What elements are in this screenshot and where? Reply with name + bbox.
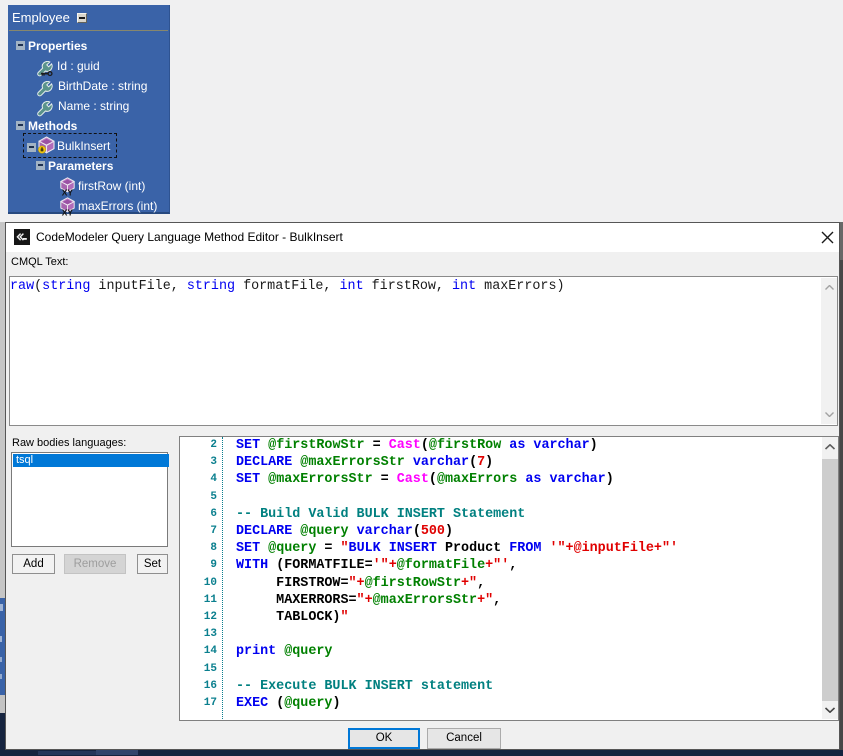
svg-text:XY: XY	[61, 207, 73, 216]
svg-text:XY: XY	[61, 187, 73, 196]
